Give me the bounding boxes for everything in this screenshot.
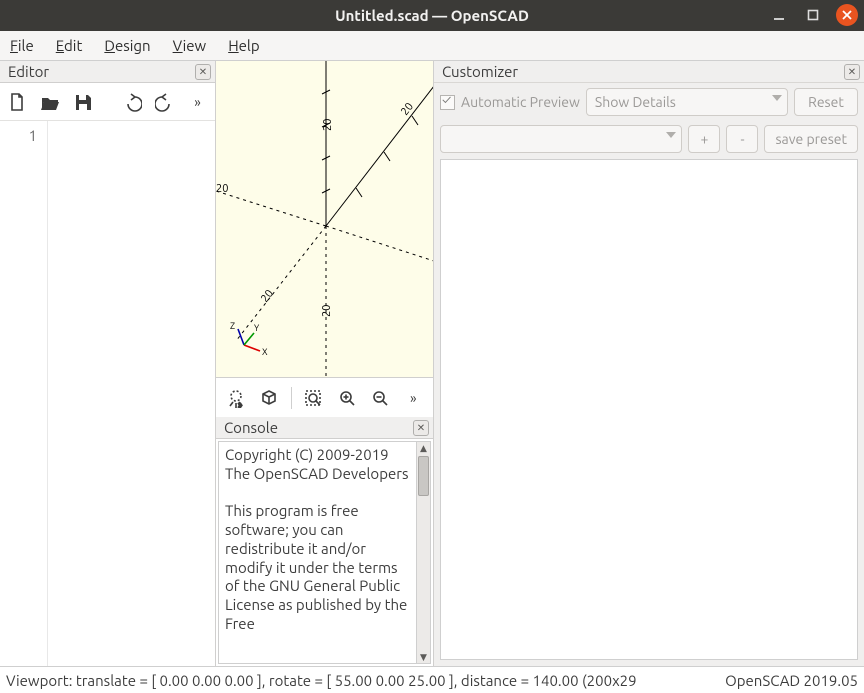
window-title: Untitled.scad — OpenSCAD [335,7,529,24]
zoom-fit-icon[interactable] [302,385,325,411]
code-area[interactable] [48,121,215,666]
customizer-close-icon[interactable] [844,64,860,80]
undo-icon[interactable] [120,89,143,115]
console-header: Console [216,417,433,439]
preset-select[interactable] [440,125,682,153]
svg-text:»: » [238,400,242,408]
scroll-down-icon[interactable]: ▼ [417,651,430,663]
auto-preview-checkbox[interactable] [440,95,455,110]
minimize-button[interactable] [768,4,790,26]
viewport-3d[interactable]: 20 20 20 20 20 X Y Z [216,61,433,377]
reset-button[interactable]: Reset [794,88,858,116]
customizer-row-2: + - save preset [434,121,864,157]
viewport-toolbar: » » [216,377,433,417]
console-scrollbar[interactable]: ▲ ▼ [417,441,431,664]
new-file-icon[interactable] [6,89,29,115]
svg-text:20: 20 [259,288,276,305]
editor-body[interactable]: 1 [0,121,215,666]
editor-toolbar: » [0,83,215,121]
save-file-icon[interactable] [72,89,95,115]
customizer-panel: Customizer Automatic Preview Show Detail… [434,61,864,666]
menu-edit[interactable]: Edit [52,35,87,56]
scroll-thumb[interactable] [418,456,429,496]
toolbar-overflow-icon[interactable]: » [186,89,209,115]
editor-panel: Editor » 1 [0,61,216,666]
zoom-out-icon[interactable] [368,385,391,411]
chevron-down-icon [772,95,782,101]
open-file-icon[interactable] [39,89,62,115]
maximize-button[interactable] [802,4,824,26]
console-panel: Console Copyright (C) 2009-2019 The Open… [216,417,433,666]
auto-preview-label: Automatic Preview [461,94,580,110]
render-icon[interactable] [257,385,280,411]
svg-text:20: 20 [399,101,416,118]
console-output[interactable]: Copyright (C) 2009-2019 The OpenSCAD Dev… [218,441,417,664]
editor-panel-header: Editor [0,61,215,83]
menu-view[interactable]: View [169,35,211,56]
customizer-header: Customizer [434,61,864,83]
axes-scene-icon: 20 20 20 20 20 X Y Z [216,61,433,377]
svg-text:Z: Z [230,321,235,331]
svg-text:20: 20 [216,183,228,195]
svg-text:20: 20 [322,119,334,131]
close-button[interactable] [836,4,858,26]
menubar: File Edit Design View Help [0,31,864,61]
scroll-up-icon[interactable]: ▲ [417,442,430,454]
viewport-overflow-icon[interactable]: » [402,385,425,411]
menu-file[interactable]: File [6,35,38,56]
editor-panel-title: Editor [8,63,49,80]
redo-icon[interactable] [153,89,176,115]
status-version: OpenSCAD 2019.05 [717,672,858,689]
middle-column: 20 20 20 20 20 X Y Z » [216,61,434,666]
customizer-row-1: Automatic Preview Show Details Reset [434,83,864,121]
menu-help[interactable]: Help [224,35,263,56]
customizer-title: Customizer [442,63,518,80]
customizer-body [440,159,858,660]
editor-close-icon[interactable] [195,64,211,80]
statusbar: Viewport: translate = [ 0.00 0.00 0.00 ]… [0,666,864,693]
add-preset-button[interactable]: + [688,125,720,153]
save-preset-button[interactable]: save preset [764,125,858,153]
svg-text:20: 20 [321,305,333,317]
chevron-down-icon [666,132,676,138]
preview-icon[interactable]: » [224,385,247,411]
editor-gutter: 1 [0,121,48,666]
console-close-icon[interactable] [413,420,429,436]
svg-text:X: X [262,347,268,357]
menu-design[interactable]: Design [100,35,154,56]
console-title: Console [224,419,278,436]
status-viewport: Viewport: translate = [ 0.00 0.00 0.00 ]… [6,672,637,689]
window-controls [768,4,858,26]
show-details-select[interactable]: Show Details [586,88,788,116]
svg-text:Y: Y [254,323,260,333]
remove-preset-button[interactable]: - [726,125,758,153]
zoom-in-icon[interactable] [335,385,358,411]
window-titlebar: Untitled.scad — OpenSCAD [0,0,864,31]
